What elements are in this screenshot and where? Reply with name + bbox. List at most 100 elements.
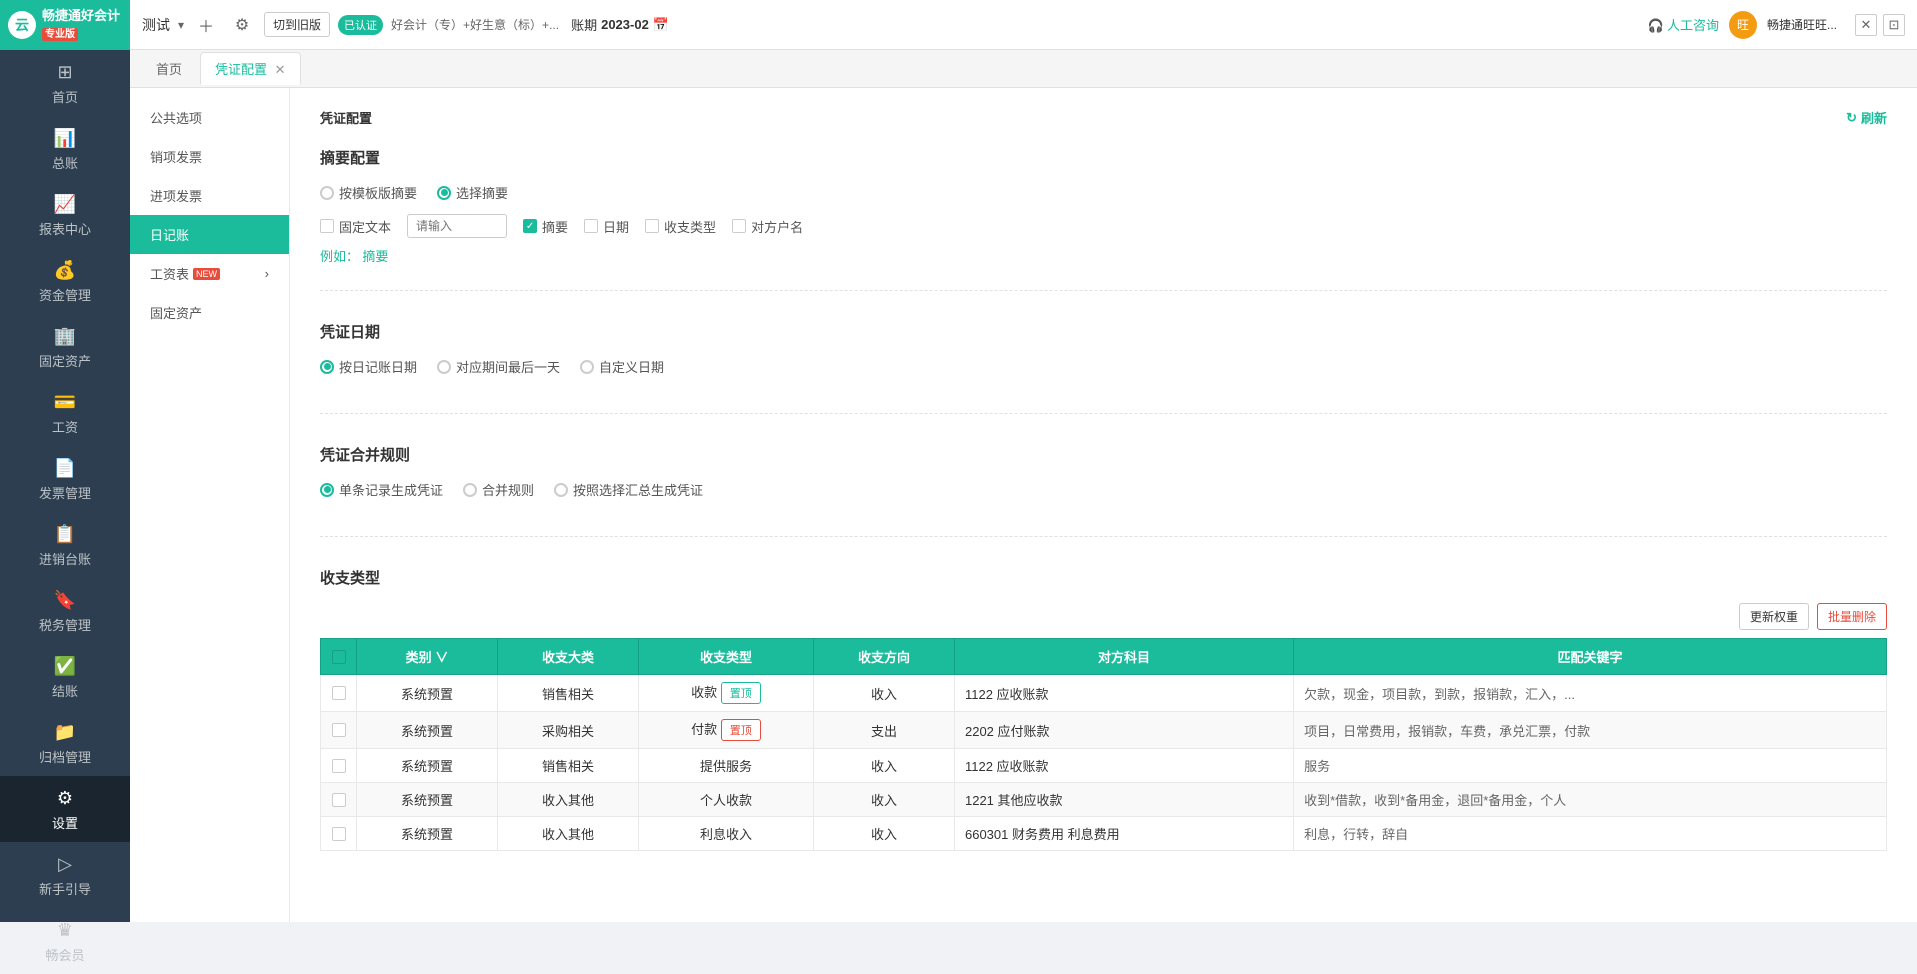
row-checkbox[interactable] [321,712,357,749]
checkbox-summary-box: ✓ [523,219,537,233]
topbar-period-label: 账期 [571,15,597,34]
sidebar-item-guide[interactable]: ▷ 新手引导 [0,842,130,908]
left-nav-purchase-invoice[interactable]: 进项发票 [130,176,289,215]
sidebar-item-invoices[interactable]: 📄 发票管理 [0,446,130,512]
sidebar-item-close-accounts[interactable]: ✅ 结账 [0,644,130,710]
radio-custom-date[interactable]: 自定义日期 [580,357,664,376]
radio-period-last-day[interactable]: 对应期间最后一天 [437,357,560,376]
window-controls: ✕ ⊡ [1855,14,1905,36]
window-maximize-btn[interactable]: ⊡ [1883,14,1905,36]
tabbar: 首页 凭证配置 ✕ [130,50,1917,88]
guide-icon: ▷ [58,854,72,875]
fixed-assets-icon: 🏢 [54,326,76,347]
col-keywords: 匹配关键字 [1294,639,1887,675]
topbar-title: 测试 [142,15,170,35]
left-nav-sales-invoice[interactable]: 销项发票 [130,137,289,176]
radio-single-record[interactable]: 单条记录生成凭证 [320,480,443,499]
tab-close-btn[interactable]: ✕ [275,62,286,77]
summary-checkbox-group: 固定文本 ✓ 摘要 日期 收支类型 [320,214,1887,238]
logo: 云 畅捷通好会计 专业版 [0,0,130,50]
radio-select-summary[interactable]: 选择摘要 [437,183,508,202]
row-checkbox[interactable] [321,817,357,851]
merge-section: 凭证合并规则 单条记录生成凭证 合并规则 按照选择汇总生成凭证 [320,444,1887,537]
sidebar-item-member[interactable]: ♛ 畅会员 [0,908,130,974]
sidebar-item-salary[interactable]: 💳 工资 [0,380,130,446]
sidebar-item-purchase-sales[interactable]: 📋 进销台账 [0,512,130,578]
row-checkbox[interactable] [321,783,357,817]
main-area: 测试 ▾ ＋ ⚙ 切到旧版 已认证 好会计（专）+好生意（标）+... 账期 2… [130,0,1917,922]
topbar-old-version-btn[interactable]: 切到旧版 [264,12,330,37]
window-close-btn[interactable]: ✕ [1855,14,1877,36]
income-expense-section: 收支类型 更新权重 批量删除 类别 ∨ 收支大类 收支类型 [320,567,1887,876]
sidebar-item-fixed-assets[interactable]: 🏢 固定资产 [0,314,130,380]
logo-name: 畅捷通好会计 [42,8,120,25]
merge-radio-group: 单条记录生成凭证 合并规则 按照选择汇总生成凭证 [320,480,1887,499]
sidebar-item-archive[interactable]: 📁 归档管理 [0,710,130,776]
logo-sub: 专业版 [42,28,78,41]
checkbox-counterparty[interactable]: 对方户名 [732,217,803,236]
member-icon: ♛ [57,920,73,941]
home-icon: ⊞ [57,62,72,83]
sidebar-item-label: 报表中心 [39,219,91,238]
tab-home[interactable]: 首页 [142,53,196,84]
left-nav: 公共选项 销项发票 进项发票 日记账 工资表 NEW › 固定资产 [130,88,290,922]
funds-icon: 💰 [54,260,76,281]
col-checkbox [321,639,357,675]
radio-aggregate[interactable]: 按照选择汇总生成凭证 [554,480,703,499]
type-tag-0[interactable]: 置顶 [721,682,761,704]
topbar-support[interactable]: 🎧 人工咨询 [1647,15,1719,34]
topbar-avatar[interactable]: 旺 [1729,11,1757,39]
refresh-btn[interactable]: ↻ 刷新 [1846,108,1887,127]
headset-icon: 🎧 [1647,18,1663,33]
reports-icon: 📈 [54,194,76,215]
radio-journal-date[interactable]: 按日记账日期 [320,357,417,376]
radio-merge-rule[interactable]: 合并规则 [463,480,534,499]
invoices-icon: 📄 [54,458,76,479]
table-header-checkbox[interactable] [332,650,346,664]
checkbox-income-type[interactable]: 收支类型 [645,217,716,236]
settings-icon: ⚙ [57,788,73,809]
checkbox-fixed-text[interactable]: 固定文本 [320,217,391,236]
content-wrapper: 公共选项 销项发票 进项发票 日记账 工资表 NEW › 固定资产 凭证 [130,88,1917,922]
checkbox-summary[interactable]: ✓ 摘要 [523,217,568,236]
topbar-settings-btn[interactable]: ⚙ [228,11,256,39]
radio-template-summary[interactable]: 按模板版摘要 [320,183,417,202]
tax-icon: 🔖 [54,590,76,611]
sidebar-item-tax[interactable]: 🔖 税务管理 [0,578,130,644]
date-radio-group: 按日记账日期 对应期间最后一天 自定义日期 [320,357,1887,376]
sidebar-item-label: 归档管理 [39,747,91,766]
batch-delete-btn[interactable]: 批量删除 [1817,603,1887,630]
sidebar-item-funds[interactable]: 💰 资金管理 [0,248,130,314]
topbar-dropdown[interactable]: ▾ [178,18,184,32]
radio-custom-date-circle [580,360,594,374]
type-tag-1[interactable]: 置顶 [721,719,761,741]
summary-section: 摘要配置 按模板版摘要 选择摘要 固定文本 [320,147,1887,291]
topbar-add-btn[interactable]: ＋ [192,11,220,39]
sidebar-item-reports[interactable]: 📈 报表中心 [0,182,130,248]
sidebar-item-settings[interactable]: ⚙ 设置 [0,776,130,842]
date-title: 凭证日期 [320,321,1887,342]
checkbox-date[interactable]: 日期 [584,217,629,236]
config-area: 凭证配置 ↻ 刷新 摘要配置 按模板版摘要 选择摘要 [290,88,1917,922]
left-nav-payroll[interactable]: 工资表 NEW › [130,254,289,293]
ledger-icon: 📊 [54,128,76,149]
row-checkbox[interactable] [321,749,357,783]
update-weight-btn[interactable]: 更新权重 [1739,603,1809,630]
topbar-username: 畅捷通旺旺... [1767,16,1837,33]
logo-icon: 云 [8,11,36,39]
left-nav-public[interactable]: 公共选项 [130,98,289,137]
fixed-text-input[interactable] [407,214,507,238]
row-checkbox[interactable] [321,675,357,712]
close-accounts-icon: ✅ [54,656,76,677]
sidebar-item-home[interactable]: ⊞ 首页 [0,50,130,116]
left-nav-fixed-assets[interactable]: 固定资产 [130,293,289,332]
topbar-calendar-icon[interactable]: 📅 [653,17,669,33]
sidebar-item-ledger[interactable]: 📊 总账 [0,116,130,182]
left-nav-journal[interactable]: 日记账 [130,215,289,254]
sidebar-item-label: 固定资产 [39,351,91,370]
income-expense-title: 收支类型 [320,567,1887,588]
table-row: 系统预置 销售相关 收款 置顶 收入 1122 应收账款 欠款，现金，项目款，到… [321,675,1887,712]
radio-period-last-day-circle [437,360,451,374]
checkbox-counterparty-box [732,219,746,233]
tab-voucher-config[interactable]: 凭证配置 ✕ [200,52,301,85]
